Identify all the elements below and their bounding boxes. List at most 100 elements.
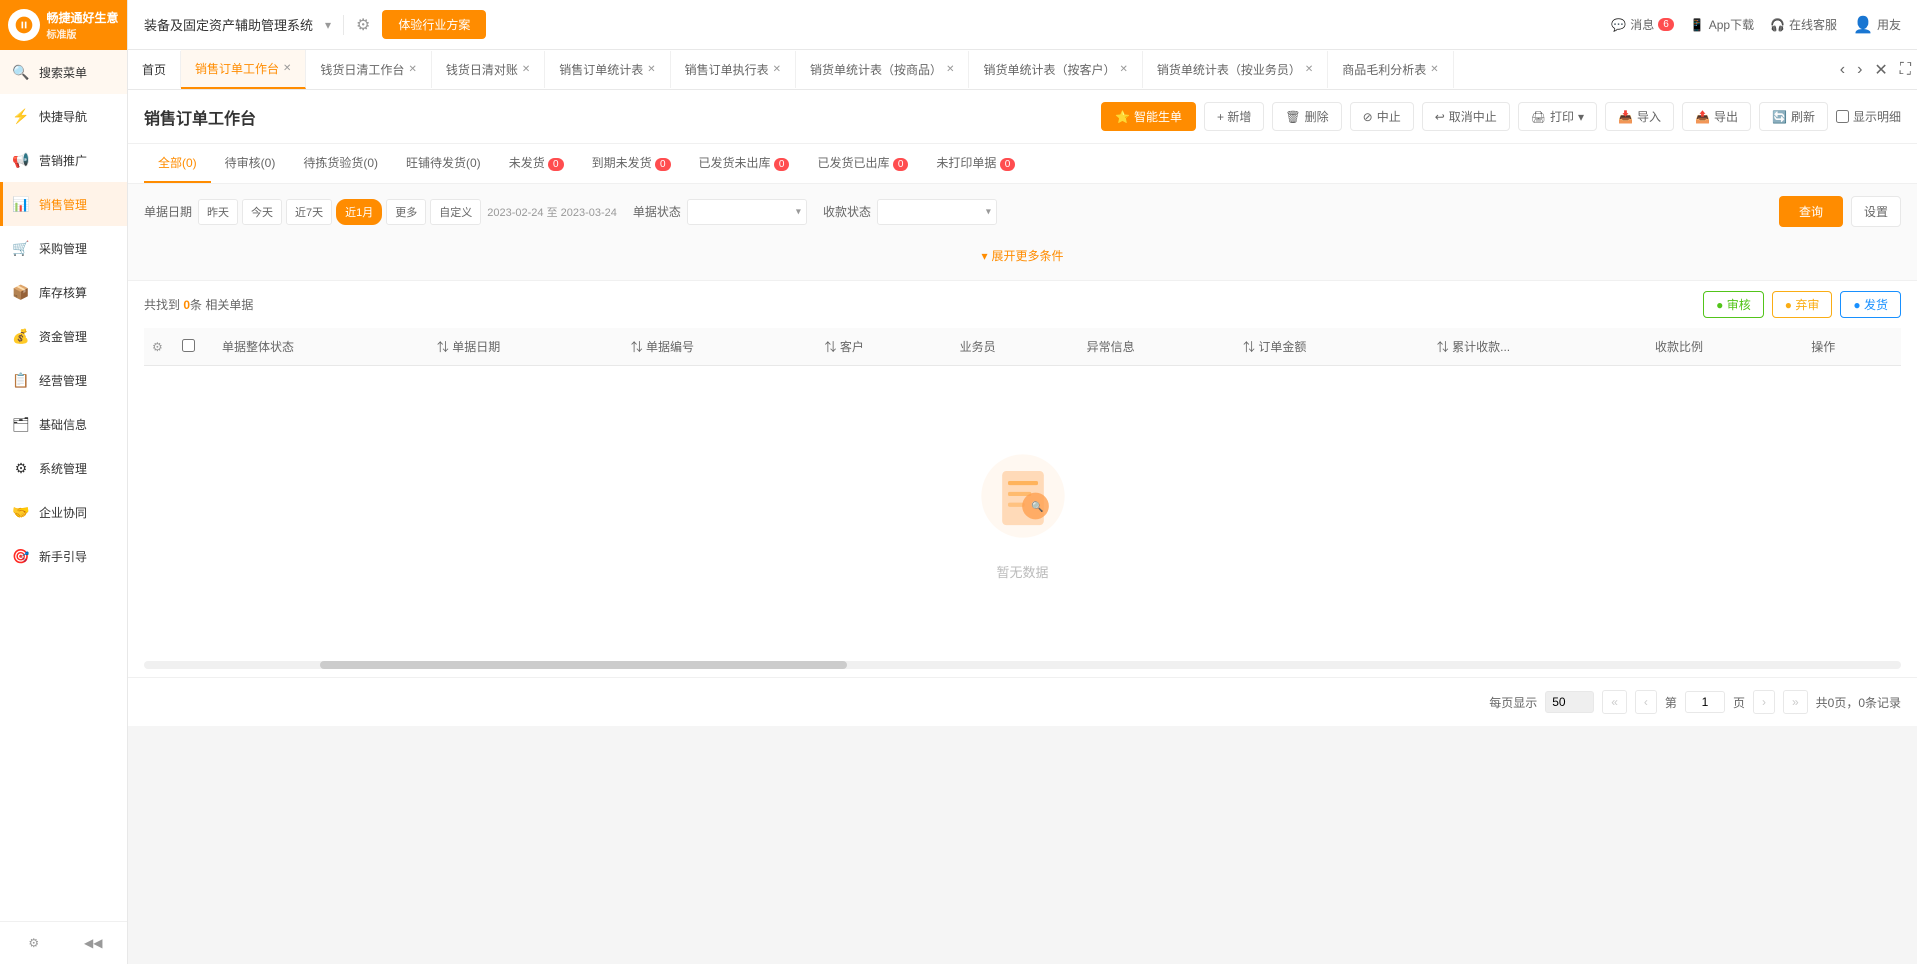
topbar-dropdown-icon[interactable]: ▾ — [325, 18, 331, 32]
sidebar-item-base[interactable]: 🗂 基础信息 — [0, 402, 127, 446]
tabs-fullscreen-btn[interactable]: ⛶ — [1894, 53, 1917, 87]
sub-tab-pending-check[interactable]: 待拣货验货(0) — [289, 144, 392, 183]
settings-icon[interactable]: ⚙ — [356, 15, 370, 35]
tab-goods-stat-customer[interactable]: 销货单统计表（按客户） ✕ — [969, 51, 1142, 88]
col-customer-sort-icon[interactable]: ⇅ — [824, 340, 836, 354]
tab-close-sales-exec[interactable]: ✕ — [773, 64, 781, 75]
sidebar-item-quick[interactable]: ⚡ 快捷导航 — [0, 94, 127, 138]
bulk-ship-btn[interactable]: ● 发货 — [1840, 291, 1901, 318]
cancel-stop-btn[interactable]: ↩ 取消中止 — [1422, 102, 1510, 131]
export-icon: 📤 — [1695, 110, 1710, 124]
tab-close-goods-stat-product[interactable]: ✕ — [946, 64, 954, 75]
tab-close-sales-order[interactable]: ✕ — [283, 63, 291, 74]
tab-home[interactable]: 首页 — [128, 51, 181, 88]
tab-close-goods-stat-customer[interactable]: ✕ — [1119, 64, 1127, 75]
sub-tab-wangpu-ship[interactable]: 旺铺待发货(0) — [392, 144, 495, 183]
print-btn[interactable]: 🖨 打印 ▾ — [1518, 102, 1597, 131]
export-btn[interactable]: 📤 导出 — [1682, 102, 1751, 131]
col-number-sort-icon[interactable]: ⇅ — [631, 340, 643, 354]
filter-status-select[interactable] — [687, 199, 807, 225]
headset-icon: 🎧 — [1770, 18, 1785, 32]
add-btn[interactable]: + 新增 — [1204, 102, 1264, 131]
sub-tab-pending-check-label: 待拣货验货(0) — [303, 156, 378, 170]
app-download-btn[interactable]: 📱 App下载 — [1690, 16, 1754, 33]
page-size-select[interactable]: 50 20 100 — [1545, 691, 1594, 713]
filter-payment-select[interactable] — [877, 199, 997, 225]
sidebar-item-purchase[interactable]: 🛒 采购管理 — [0, 226, 127, 270]
show-detail-input[interactable] — [1836, 110, 1849, 123]
sidebar-item-finance[interactable]: 💰 资金管理 — [0, 314, 127, 358]
tab-close-cash-daily[interactable]: ✕ — [408, 64, 416, 75]
bulk-review-btn[interactable]: ● 审核 — [1703, 291, 1764, 318]
sidebar-item-guide[interactable]: 🎯 新手引导 — [0, 534, 127, 578]
tabs-prev-btn[interactable]: ‹ — [1834, 53, 1851, 87]
tab-close-sales-stat[interactable]: ✕ — [647, 64, 655, 75]
online-service-btn[interactable]: 🎧 在线客服 — [1770, 16, 1837, 33]
sidebar-item-operation[interactable]: 📋 经营管理 — [0, 358, 127, 402]
filter-yesterday-btn[interactable]: 昨天 — [198, 199, 238, 225]
col-date-sort-icon[interactable]: ⇅ — [437, 340, 449, 354]
sub-tab-shipped-not-out[interactable]: 已发货未出库 0 — [685, 144, 804, 183]
tab-goods-stat-product[interactable]: 销货单统计表（按商品） ✕ — [796, 51, 969, 88]
sidebar-label-inventory: 库存核算 — [39, 284, 87, 301]
filter-date-item: 单据日期 昨天 今天 近7天 近1月 更多 自定义 2023-02-24 至 2… — [144, 199, 617, 225]
filter-today-btn[interactable]: 今天 — [242, 199, 282, 225]
first-page-btn[interactable]: « — [1602, 690, 1627, 714]
sidebar-item-search[interactable]: 🔍 搜索菜单 — [0, 50, 127, 94]
expand-filter-btn[interactable]: ▾ 展开更多条件 — [144, 243, 1901, 268]
tabs-close-all-btn[interactable]: ✕ — [1868, 52, 1893, 88]
sub-tab-pending-review[interactable]: 待审核(0) — [211, 144, 290, 183]
filter-7days-btn[interactable]: 近7天 — [286, 199, 332, 225]
tab-close-cash-reconcile[interactable]: ✕ — [522, 64, 530, 75]
show-detail-checkbox[interactable]: 显示明细 — [1836, 108, 1901, 125]
bulk-cancel-review-btn[interactable]: ● 弃审 — [1772, 291, 1833, 318]
collapse-btn[interactable]: ◀◀ — [68, 930, 120, 956]
sidebar-item-inventory[interactable]: 📦 库存核算 — [0, 270, 127, 314]
tabs-next-btn[interactable]: › — [1851, 53, 1868, 87]
sidebar-item-sales[interactable]: 📊 销售管理 — [0, 182, 127, 226]
sub-tab-not-shipped[interactable]: 未发货 0 — [495, 144, 578, 183]
page-number-input[interactable] — [1685, 691, 1725, 713]
tab-cash-reconcile[interactable]: 钱货日清对账 ✕ — [432, 51, 545, 88]
filter-1month-btn[interactable]: 近1月 — [336, 199, 382, 225]
last-page-btn[interactable]: » — [1783, 690, 1808, 714]
refresh-btn[interactable]: 🔄 刷新 — [1759, 102, 1828, 131]
delete-label: 删除 — [1305, 108, 1329, 125]
horizontal-scrollbar[interactable] — [144, 661, 1901, 669]
scroll-thumb[interactable] — [320, 661, 847, 669]
tab-close-goods-stat-staff[interactable]: ✕ — [1305, 64, 1313, 75]
sidebar-item-enterprise[interactable]: 🤝 企业协同 — [0, 490, 127, 534]
col-amount-sort-icon[interactable]: ⇅ — [1243, 340, 1255, 354]
sub-tab-overdue-ship[interactable]: 到期未发货 0 — [578, 144, 685, 183]
tab-sales-stat[interactable]: 销售订单统计表 ✕ — [545, 51, 670, 88]
delete-btn[interactable]: 🗑 删除 — [1272, 102, 1341, 131]
next-page-btn[interactable]: › — [1753, 690, 1775, 714]
tab-close-goods-margin[interactable]: ✕ — [1430, 64, 1438, 75]
tab-cash-daily[interactable]: 钱货日清工作台 ✕ — [306, 51, 431, 88]
user-btn[interactable]: 👤 用友 — [1853, 15, 1901, 35]
tab-goods-margin[interactable]: 商品毛利分析表 ✕ — [1328, 51, 1453, 88]
col-collected-sort-icon[interactable]: ⇅ — [1437, 340, 1449, 354]
filter-more-btn[interactable]: 更多 — [386, 199, 426, 225]
settings-col-icon[interactable]: ⚙ — [152, 340, 163, 354]
trial-btn[interactable]: 体验行业方案 — [382, 10, 486, 39]
select-all-checkbox[interactable] — [182, 339, 195, 352]
filter-settings-btn[interactable]: 设置 — [1851, 196, 1901, 227]
tab-sales-exec[interactable]: 销售订单执行表 ✕ — [671, 51, 796, 88]
query-btn[interactable]: 查询 — [1779, 196, 1843, 227]
sub-tab-not-printed[interactable]: 未打印单据 0 — [922, 144, 1029, 183]
filter-custom-btn[interactable]: 自定义 — [430, 199, 481, 225]
import-btn[interactable]: 📥 导入 — [1605, 102, 1674, 131]
message-btn[interactable]: 💬 消息 6 — [1611, 16, 1674, 33]
sidebar-item-system[interactable]: ⚙ 系统管理 — [0, 446, 127, 490]
settings-bottom-btn[interactable]: ⚙ — [8, 930, 60, 956]
tab-goods-stat-staff[interactable]: 销货单统计表（按业务员） ✕ — [1143, 51, 1328, 88]
sidebar-item-marketing[interactable]: 📢 营销推广 — [0, 138, 127, 182]
sub-tab-all-label: 全部(0) — [158, 156, 197, 170]
prev-page-btn[interactable]: ‹ — [1635, 690, 1657, 714]
sub-tab-all[interactable]: 全部(0) — [144, 144, 211, 183]
sub-tab-shipped-out[interactable]: 已发货已出库 0 — [803, 144, 922, 183]
stop-btn[interactable]: ⊘ 中止 — [1350, 102, 1414, 131]
tab-sales-order[interactable]: 销售订单工作台 ✕ — [181, 50, 306, 89]
smart-generate-btn[interactable]: ⭐ 智能生单 — [1101, 102, 1196, 131]
